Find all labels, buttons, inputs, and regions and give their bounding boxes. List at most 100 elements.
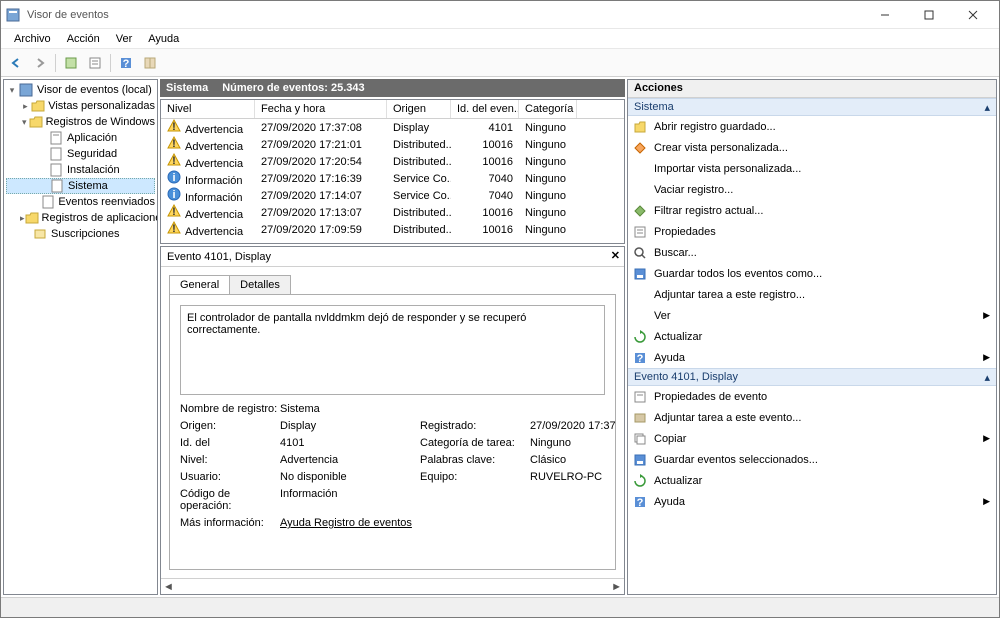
more-info-link[interactable]: Ayuda Registro de eventos (280, 517, 420, 529)
close-button[interactable] (951, 2, 995, 28)
back-button[interactable] (5, 52, 27, 74)
center-panel: Sistema Número de eventos: 25.343 Nivel … (160, 79, 625, 595)
action-icon (632, 161, 648, 177)
event-rows[interactable]: !Advertencia27/09/2020 17:37:08Display41… (161, 119, 624, 243)
svg-text:!: ! (172, 223, 176, 235)
action-icon (632, 308, 648, 324)
tab-general[interactable]: General (169, 275, 230, 294)
svg-text:?: ? (637, 497, 644, 509)
col-category[interactable]: Categoría d... (519, 100, 577, 118)
minimize-button[interactable] (863, 2, 907, 28)
val-keywords: Clásico (530, 454, 616, 466)
action-item[interactable]: Propiedades de evento (628, 386, 996, 407)
action-icon (632, 329, 648, 345)
action-item[interactable]: Ver▶ (628, 305, 996, 326)
maximize-button[interactable] (907, 2, 951, 28)
action-item[interactable]: Copiar▶ (628, 428, 996, 449)
action-item[interactable]: ?Ayuda▶ (628, 491, 996, 512)
menu-accion[interactable]: Acción (60, 31, 107, 47)
log-icon (48, 162, 64, 178)
close-detail-button[interactable]: ✕ (611, 249, 620, 262)
action-icon (632, 452, 648, 468)
actions-section-event[interactable]: Evento 4101, Display▴ (628, 368, 996, 386)
action-item[interactable]: Filtrar registro actual... (628, 200, 996, 221)
actions-section-sistema[interactable]: Sistema▴ (628, 98, 996, 116)
table-row[interactable]: !Advertencia27/09/2020 17:21:01Distribut… (161, 136, 624, 153)
folder-icon (25, 210, 39, 226)
eventviewer-icon (18, 82, 34, 98)
layout-button[interactable] (139, 52, 161, 74)
tree-windows-logs[interactable]: ▾Registros de Windows (6, 114, 155, 130)
action-item[interactable]: Propiedades (628, 221, 996, 242)
action-icon (632, 182, 648, 198)
lbl-moreinfo: Más información: (180, 517, 280, 529)
table-row[interactable]: iInformación27/09/2020 17:16:39Service C… (161, 170, 624, 187)
action-icon (632, 389, 648, 405)
col-level[interactable]: Nivel (161, 100, 255, 118)
val-user: No disponible (280, 471, 420, 483)
tree-system[interactable]: Sistema (6, 178, 155, 194)
workspace: ▾Visor de eventos (local) ▸Vistas person… (1, 77, 999, 597)
svg-text:?: ? (637, 353, 644, 365)
actions-list-1: Abrir registro guardado...Crear vista pe… (628, 116, 996, 368)
lbl-logged: Registrado: (420, 420, 530, 432)
menu-archivo[interactable]: Archivo (7, 31, 58, 47)
toolbar: ? (1, 49, 999, 77)
action-item[interactable]: Guardar todos los eventos como... (628, 263, 996, 284)
tree-root[interactable]: ▾Visor de eventos (local) (6, 82, 155, 98)
action-item[interactable]: Crear vista personalizada... (628, 137, 996, 158)
action-icon: ? (632, 494, 648, 510)
list-header: Sistema Número de eventos: 25.343 (160, 79, 625, 97)
submenu-arrow-icon: ▶ (983, 433, 990, 444)
show-tree-button[interactable] (60, 52, 82, 74)
val-opcode: Información (280, 488, 420, 512)
action-item[interactable]: Actualizar (628, 470, 996, 491)
action-icon (632, 266, 648, 282)
menubar: Archivo Acción Ver Ayuda (1, 29, 999, 49)
action-icon (632, 203, 648, 219)
table-row[interactable]: !Advertencia27/09/2020 17:37:08Display41… (161, 119, 624, 136)
help-button[interactable]: ? (115, 52, 137, 74)
table-row[interactable]: iInformación27/09/2020 17:14:07Service C… (161, 187, 624, 204)
col-date[interactable]: Fecha y hora (255, 100, 387, 118)
tree-custom-views[interactable]: ▸Vistas personalizadas (6, 98, 155, 114)
action-item[interactable]: Guardar eventos seleccionados... (628, 449, 996, 470)
val-eventid: 4101 (280, 437, 420, 449)
tree-security[interactable]: Seguridad (6, 146, 155, 162)
menu-ver[interactable]: Ver (109, 31, 140, 47)
action-item[interactable]: Adjuntar tarea a este registro... (628, 284, 996, 305)
properties-button[interactable] (84, 52, 106, 74)
svg-text:!: ! (172, 206, 176, 218)
table-row[interactable]: !Advertencia27/09/2020 17:13:07Distribut… (161, 204, 624, 221)
action-item[interactable]: Vaciar registro... (628, 179, 996, 200)
tree-app-services[interactable]: ▸Registros de aplicaciones y servicios (6, 210, 155, 226)
table-row[interactable]: !Advertencia27/09/2020 17:20:54Distribut… (161, 153, 624, 170)
tree-subscriptions[interactable]: Suscripciones (6, 226, 155, 242)
lbl-opcode: Código de operación: (180, 488, 280, 512)
tab-details[interactable]: Detalles (229, 275, 291, 294)
info-icon: i (167, 187, 181, 201)
tree-install[interactable]: Instalación (6, 162, 155, 178)
event-count: Número de eventos: 25.343 (222, 82, 364, 94)
forward-button[interactable] (29, 52, 51, 74)
menu-ayuda[interactable]: Ayuda (141, 31, 186, 47)
action-item[interactable]: Importar vista personalizada... (628, 158, 996, 179)
svg-text:!: ! (172, 138, 176, 150)
horizontal-scrollbar[interactable]: ◄► (161, 578, 624, 594)
lbl-taskcat: Categoría de tarea: (420, 437, 530, 449)
window-title: Visor de eventos (27, 9, 863, 21)
action-item[interactable]: Actualizar (628, 326, 996, 347)
lbl-level: Nivel: (180, 454, 280, 466)
col-id[interactable]: Id. del even... (451, 100, 519, 118)
col-origin[interactable]: Origen (387, 100, 451, 118)
action-item[interactable]: ?Ayuda▶ (628, 347, 996, 368)
tree-forwarded[interactable]: Eventos reenviados (6, 194, 155, 210)
action-icon (632, 473, 648, 489)
action-item[interactable]: Adjuntar tarea a este evento... (628, 407, 996, 428)
action-item[interactable]: Buscar... (628, 242, 996, 263)
action-item[interactable]: Abrir registro guardado... (628, 116, 996, 137)
table-row[interactable]: !Advertencia27/09/2020 17:09:59Distribut… (161, 221, 624, 238)
svg-text:!: ! (172, 121, 176, 133)
warning-icon: ! (167, 204, 181, 218)
tree-application[interactable]: Aplicación (6, 130, 155, 146)
